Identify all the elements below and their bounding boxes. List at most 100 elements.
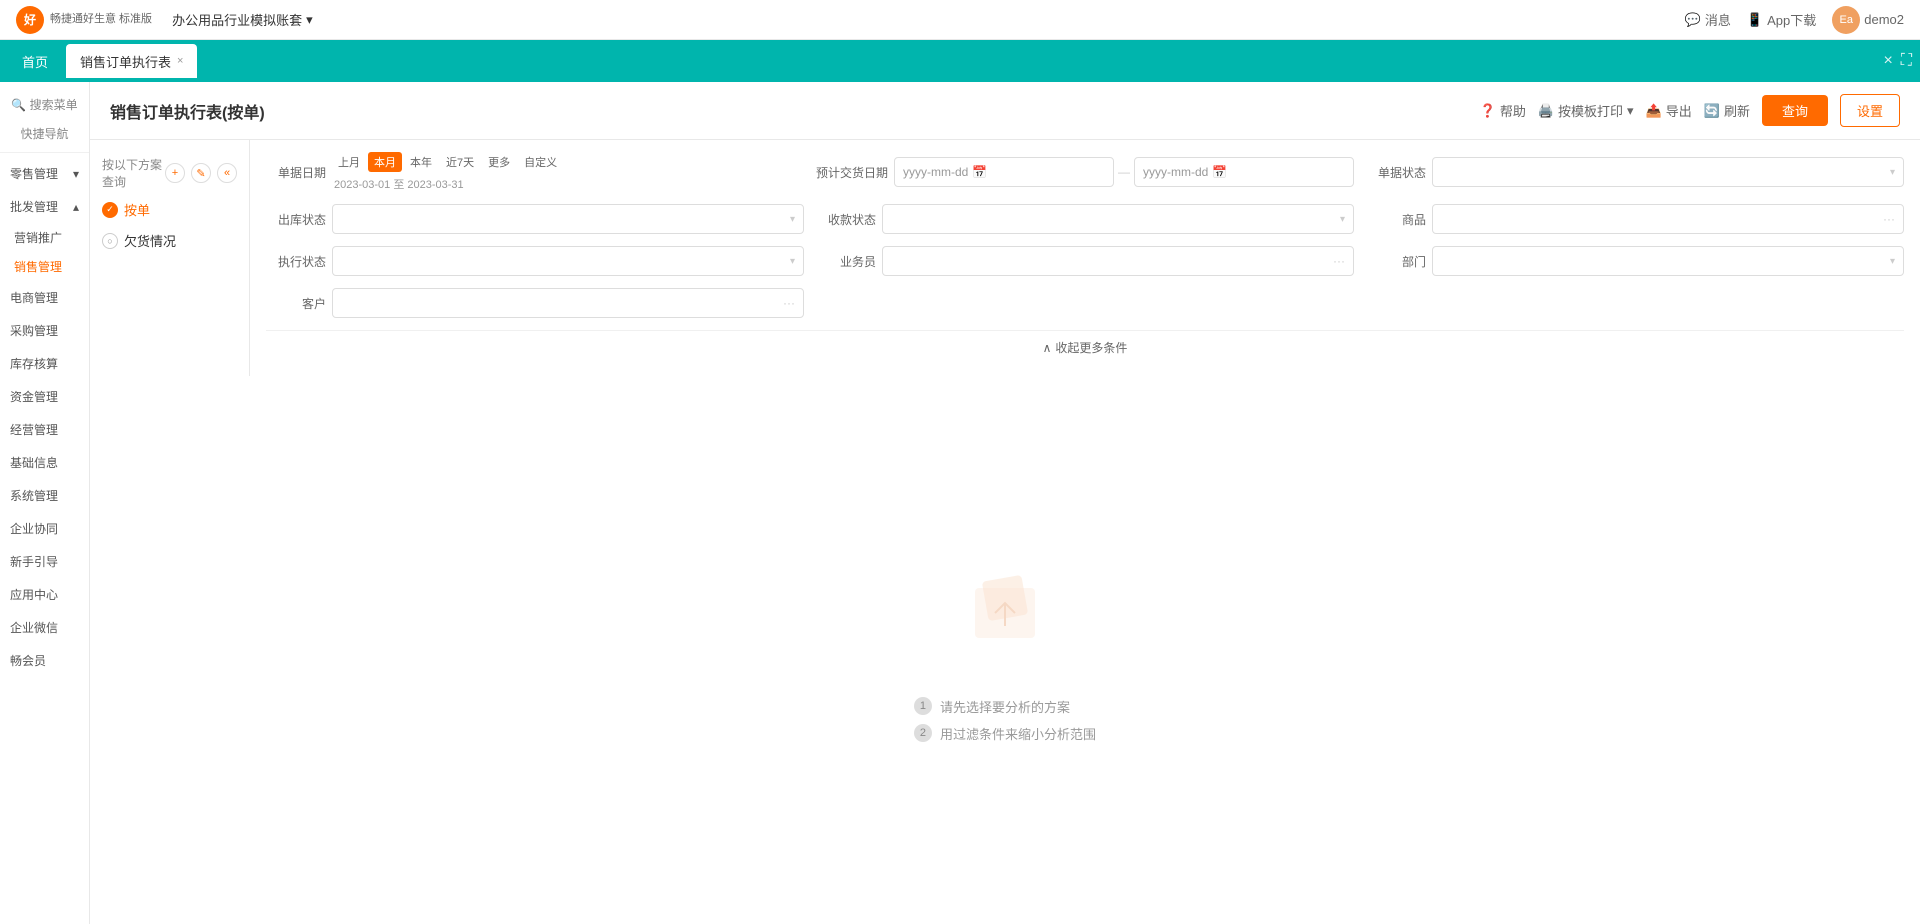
add-scheme-btn[interactable]: +: [165, 163, 185, 183]
page-title: 销售订单执行表(按单): [110, 99, 265, 123]
empty-steps: 1 请先选择要分析的方案 2 用过滤条件来缩小分析范围: [914, 697, 1096, 743]
date-tab-more[interactable]: 更多: [482, 152, 516, 172]
sidebar-item-wechat[interactable]: 企业微信: [0, 611, 89, 644]
goods-input[interactable]: ···: [1432, 204, 1904, 234]
main-layout: 🔍 搜索菜单 快捷导航 零售管理 批发管理 营销推广 销售管理 电商管理 采购管…: [0, 82, 1920, 924]
step-1-text: 请先选择要分析的方案: [940, 697, 1070, 716]
help-btn[interactable]: ❓ 帮助: [1480, 101, 1526, 120]
scheme-按单[interactable]: ✓ 按单: [90, 194, 249, 225]
page-header: 销售订单执行表(按单) ❓ 帮助 🖨️ 按模板打印 📤 导出 🔄 刷新: [90, 82, 1920, 140]
app-download-btn[interactable]: 📱 App下载: [1747, 10, 1816, 29]
query-button[interactable]: 查询: [1762, 95, 1828, 126]
collapse-icon: ∧: [1043, 341, 1052, 355]
app-label: App下载: [1767, 10, 1816, 29]
sidebar-item-retail[interactable]: 零售管理: [0, 157, 89, 190]
username: demo2: [1864, 12, 1904, 27]
retail-arrow-icon: [73, 167, 79, 181]
outbound-select[interactable]: ▾: [332, 204, 804, 234]
sidebar-item-sales[interactable]: 销售管理: [0, 252, 89, 281]
help-icon: ❓: [1480, 103, 1496, 119]
refresh-btn[interactable]: 🔄 刷新: [1704, 101, 1750, 120]
top-bar-left: 好 畅捷通好生意 标准版 办公用品行业模拟账套: [16, 6, 313, 34]
tab-bar: 首页 销售订单执行表 × × ⛶: [0, 40, 1920, 82]
filter-sidebar-title: 按以下方案查询 + ✎ «: [90, 152, 249, 194]
inventory-label: 库存核算: [10, 355, 58, 372]
collapse-sidebar-icon: «: [224, 167, 230, 179]
filter-item-date: 单据日期 上月 本月 本年 近7天 更多 自定义: [266, 152, 804, 192]
date-tab-custom[interactable]: 自定义: [518, 152, 563, 172]
scheme-欠货情况[interactable]: ○ 欠货情况: [90, 225, 249, 256]
message-btn[interactable]: 💬 消息: [1685, 10, 1731, 29]
filter-row-1: 单据日期 上月 本月 本年 近7天 更多 自定义: [266, 152, 1904, 192]
department-select[interactable]: ▾: [1432, 246, 1904, 276]
avatar: Ea: [1832, 6, 1860, 34]
sales-rep-input[interactable]: ···: [882, 246, 1354, 276]
date-tab-last-7-days[interactable]: 近7天: [440, 152, 480, 172]
sidebar-item-newbie[interactable]: 新手引导: [0, 545, 89, 578]
date-separator: —: [1118, 165, 1130, 179]
sidebar-item-appstore[interactable]: 应用中心: [0, 578, 89, 611]
date-tab-last-month[interactable]: 上月: [332, 152, 366, 172]
tab-home[interactable]: 首页: [8, 44, 62, 78]
tab-close-icon[interactable]: ×: [177, 55, 183, 67]
collection-select[interactable]: ▾: [882, 204, 1354, 234]
sidebar-item-system[interactable]: 系统管理: [0, 479, 89, 512]
scheme-label-欠货情况: 欠货情况: [124, 231, 176, 250]
tab-home-label: 首页: [22, 52, 48, 71]
status-select[interactable]: ▾: [1432, 157, 1904, 187]
date-to-input[interactable]: yyyy-mm-dd 📅: [1134, 157, 1354, 187]
collection-label: 收款状态: [816, 211, 876, 228]
date-to-placeholder: yyyy-mm-dd: [1143, 165, 1208, 179]
date-from-input[interactable]: yyyy-mm-dd 📅: [894, 157, 1114, 187]
sidebar-item-ecommerce[interactable]: 电商管理: [0, 281, 89, 314]
settings-button[interactable]: 设置: [1840, 94, 1900, 127]
user-area[interactable]: Ea demo2: [1832, 6, 1904, 34]
date-tab-this-month[interactable]: 本月: [368, 152, 402, 172]
search-label: 搜索菜单: [30, 98, 78, 112]
sidebar-divider-1: [0, 152, 89, 153]
edit-scheme-icon: ✎: [196, 167, 205, 180]
sidebar-quick-nav[interactable]: 快捷导航: [0, 119, 89, 148]
sidebar-item-inventory[interactable]: 库存核算: [0, 347, 89, 380]
print-btn[interactable]: 🖨️ 按模板打印: [1538, 101, 1634, 120]
sidebar-item-enterprise[interactable]: 企业协同: [0, 512, 89, 545]
operation-label: 经营管理: [10, 421, 58, 438]
sidebar-item-marketing[interactable]: 营销推广: [0, 223, 89, 252]
refresh-label: 刷新: [1724, 101, 1750, 120]
date-tab-this-year[interactable]: 本年: [404, 152, 438, 172]
filter-sidebar: 按以下方案查询 + ✎ «: [90, 140, 250, 376]
sidebar-item-finance[interactable]: 资金管理: [0, 380, 89, 413]
message-label: 消息: [1705, 10, 1731, 29]
search-icon: 🔍: [11, 98, 26, 112]
print-dropdown-icon: [1627, 103, 1634, 119]
filter-layout: 按以下方案查询 + ✎ «: [90, 140, 1920, 376]
sidebar-item-basic[interactable]: 基础信息: [0, 446, 89, 479]
filter-item-collection: 收款状态 ▾: [816, 204, 1354, 234]
collapse-sidebar-btn[interactable]: «: [217, 163, 237, 183]
basic-label: 基础信息: [10, 454, 58, 471]
edit-scheme-btn[interactable]: ✎: [191, 163, 211, 183]
collapse-btn[interactable]: ∧ 收起更多条件: [266, 330, 1904, 364]
filter-item-customer: 客户 ···: [266, 288, 804, 318]
customer-input[interactable]: ···: [332, 288, 804, 318]
sidebar-item-purchase[interactable]: 采购管理: [0, 314, 89, 347]
sidebar-item-operation[interactable]: 经营管理: [0, 413, 89, 446]
tab-close-btn[interactable]: ×: [1883, 52, 1892, 70]
tab-expand-btn[interactable]: ⛶: [1901, 52, 1912, 70]
goods-more-icon: ···: [1883, 212, 1895, 226]
quick-nav-label: 快捷导航: [20, 127, 68, 141]
sidebar-item-wholesale[interactable]: 批发管理: [0, 190, 89, 223]
top-bar-right: 💬 消息 📱 App下载 Ea demo2: [1685, 6, 1904, 34]
company-select[interactable]: 办公用品行业模拟账套: [172, 10, 313, 29]
department-label: 部门: [1366, 253, 1426, 270]
date-from-placeholder: yyyy-mm-dd: [903, 165, 968, 179]
execution-select[interactable]: ▾: [332, 246, 804, 276]
export-btn[interactable]: 📤 导出: [1646, 101, 1692, 120]
filter-item-sales-rep: 业务员 ···: [816, 246, 1354, 276]
sidebar-search[interactable]: 🔍 搜索菜单: [0, 90, 89, 119]
sidebar-item-member[interactable]: 畅会员: [0, 644, 89, 677]
step-2-text: 用过滤条件来缩小分析范围: [940, 724, 1096, 743]
tab-sales-order[interactable]: 销售订单执行表 ×: [66, 44, 197, 78]
filter-item-department: 部门 ▾: [1366, 246, 1904, 276]
status-dropdown-icon: ▾: [1890, 167, 1895, 178]
